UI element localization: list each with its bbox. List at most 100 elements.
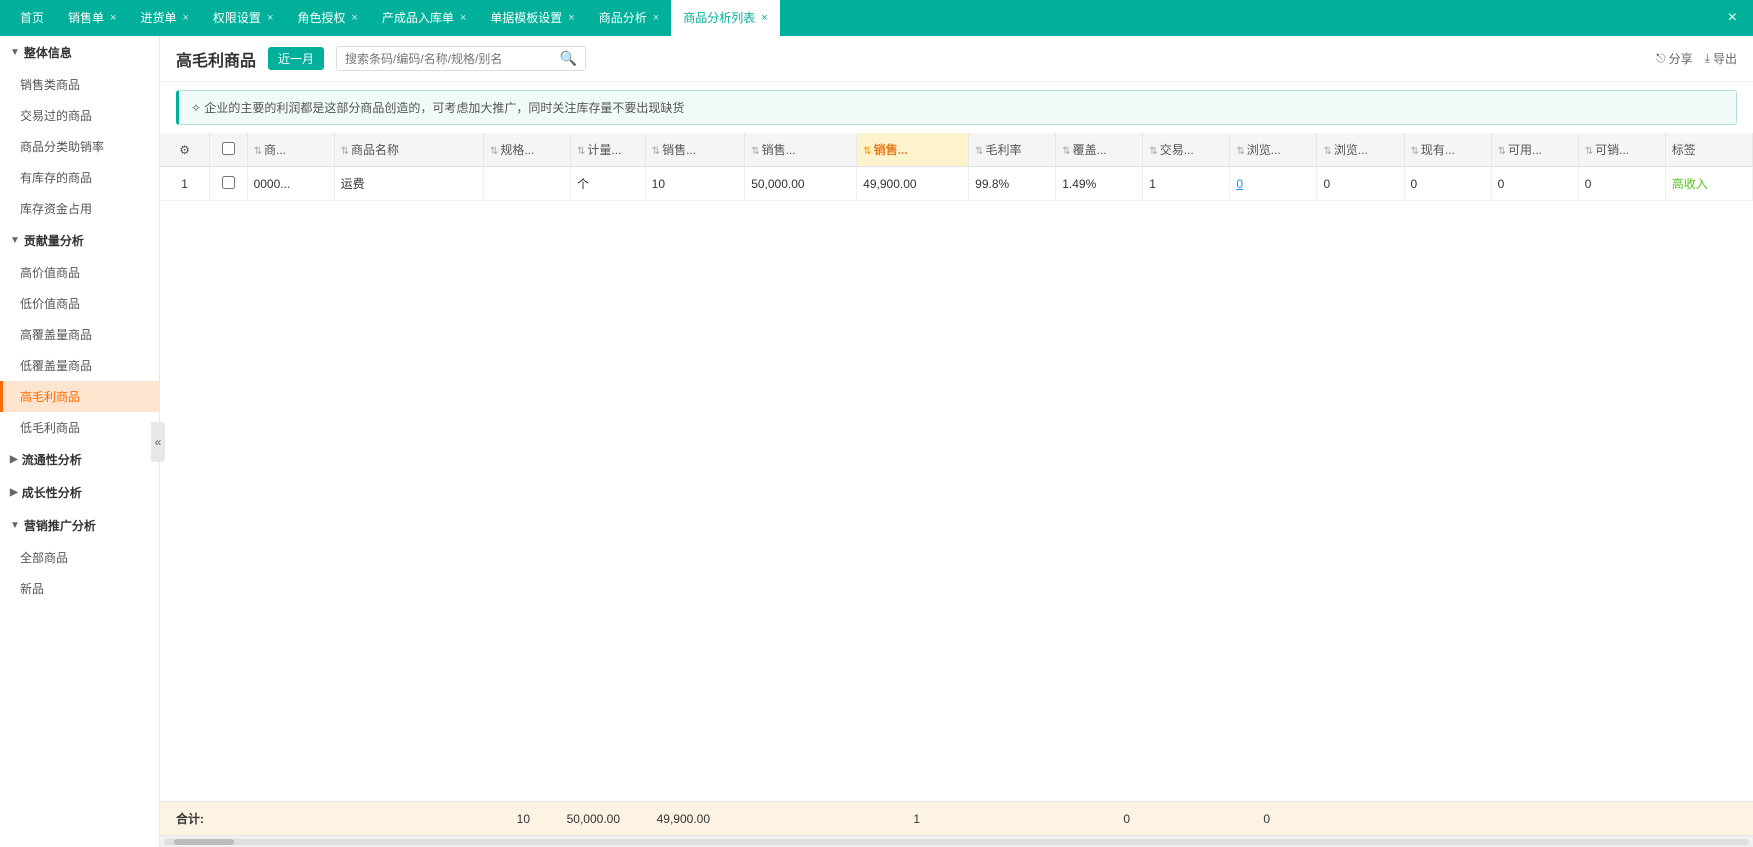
export-button[interactable]: ⤓ 导出 <box>1705 50 1737 67</box>
nav-permission[interactable]: 权限设置 × <box>201 0 285 36</box>
col-stock-current[interactable]: ⇅现有... <box>1404 133 1491 167</box>
filter-month-button[interactable]: 近一月 <box>268 47 324 70</box>
close-all-button[interactable]: × <box>1720 9 1745 27</box>
nav-product-warehouse[interactable]: 产成品入库单 × <box>370 0 478 36</box>
col-gross-rate[interactable]: ⇅毛利率 <box>969 133 1056 167</box>
footer-sales-amount: 50,000.00 <box>536 812 626 826</box>
main-table: ⚙ ⇅商... ⇅商品名称 ⇅规格... ⇅计量... ⇅销售... ⇅销售..… <box>160 133 1753 201</box>
scrollbar-area[interactable] <box>160 835 1753 847</box>
footer-transactions: 1 <box>856 812 926 826</box>
row-sales-amount: 50,000.00 <box>745 167 857 201</box>
content-header: 高毛利商品 近一月 🔍 ⎋ 分享 ⤓ 导出 <box>160 36 1753 82</box>
col-spec[interactable]: ⇅规格... <box>483 133 570 167</box>
nav-close-role[interactable]: × <box>351 0 357 36</box>
sidebar-group-growth[interactable]: ▶ 成长性分析 <box>0 476 159 509</box>
sidebar-item-category-rate[interactable]: 商品分类助销率 <box>0 131 159 162</box>
row-name[interactable]: 运费 <box>334 167 483 201</box>
col-views2[interactable]: ⇅浏览... <box>1317 133 1404 167</box>
footer-bar: 合计: 10 50,000.00 49,900.00 1 0 0 <box>160 801 1753 835</box>
select-all-checkbox[interactable] <box>222 142 235 155</box>
row-unit: 个 <box>571 167 646 201</box>
row-index: 1 <box>160 167 210 201</box>
nav-close-product-warehouse[interactable]: × <box>460 0 466 36</box>
nav-close-purchase[interactable]: × <box>182 0 188 36</box>
nav-close-permission[interactable]: × <box>267 0 273 36</box>
sidebar-collapse-button[interactable]: « <box>151 422 165 462</box>
footer-stock-saleable: 0 <box>1206 812 1276 826</box>
share-button[interactable]: ⎋ 分享 <box>1656 50 1693 67</box>
sidebar-item-low-coverage[interactable]: 低覆盖量商品 <box>0 350 159 381</box>
nav-purchase[interactable]: 进货单 × <box>128 0 200 36</box>
footer-spacer1 <box>256 812 456 826</box>
col-sales-amount[interactable]: ⇅销售... <box>745 133 857 167</box>
scrollbar-track[interactable] <box>164 839 1749 845</box>
col-coverage[interactable]: ⇅覆盖... <box>1056 133 1143 167</box>
arrow-growth: ▶ <box>10 487 18 498</box>
col-stock-saleable[interactable]: ⇅可销... <box>1578 133 1665 167</box>
row-spec <box>483 167 570 201</box>
views1-link[interactable]: 0 <box>1236 177 1243 191</box>
sidebar-group-marketing[interactable]: ▼ 营销推广分析 <box>0 509 159 542</box>
sidebar-item-high-margin[interactable]: 高毛利商品 <box>0 381 159 412</box>
sidebar-item-high-coverage[interactable]: 高覆盖量商品 <box>0 319 159 350</box>
footer-cells: 10 50,000.00 49,900.00 1 0 0 <box>256 812 1737 826</box>
row-code[interactable]: 0000... <box>247 167 334 201</box>
nav-close-template[interactable]: × <box>568 0 574 36</box>
sidebar-item-low-margin[interactable]: 低毛利商品 <box>0 412 159 443</box>
row-select-checkbox[interactable] <box>222 176 235 189</box>
header-actions: ⎋ 分享 ⤓ 导出 <box>1656 50 1737 67</box>
arrow-liquidity: ▶ <box>10 454 18 465</box>
sidebar-item-stock-capital[interactable]: 库存资金占用 <box>0 193 159 224</box>
sidebar-item-all-goods[interactable]: 全部商品 <box>0 542 159 573</box>
arrow-contribution: ▼ <box>10 235 20 246</box>
footer-spacer4 <box>1136 812 1206 826</box>
nav-template[interactable]: 单据模板设置 × <box>478 0 586 36</box>
nav-product-analysis[interactable]: 商品分析 × <box>587 0 671 36</box>
sidebar-group-liquidity[interactable]: ▶ 流通性分析 <box>0 443 159 476</box>
table-wrapper[interactable]: ⚙ ⇅商... ⇅商品名称 ⇅规格... ⇅计量... ⇅销售... ⇅销售..… <box>160 133 1753 801</box>
col-unit[interactable]: ⇅计量... <box>571 133 646 167</box>
sidebar-group-overall[interactable]: ▼ 整体信息 <box>0 36 159 69</box>
row-gross-rate: 99.8% <box>969 167 1056 201</box>
col-tag: 标签 <box>1665 133 1752 167</box>
page-title: 高毛利商品 <box>176 47 256 71</box>
footer-label: 合计: <box>176 810 256 827</box>
row-coverage: 1.49% <box>1056 167 1143 201</box>
row-stock-current: 0 <box>1404 167 1491 201</box>
share-icon: ⎋ <box>1656 51 1666 66</box>
sidebar-item-sales-goods[interactable]: 销售类商品 <box>0 69 159 100</box>
footer-stock-current: 0 <box>1066 812 1136 826</box>
nav-role[interactable]: 角色授权 × <box>285 0 369 36</box>
nav-home[interactable]: 首页 <box>8 0 56 36</box>
row-stock-available: 0 <box>1491 167 1578 201</box>
nav-sales[interactable]: 销售单 × <box>56 0 128 36</box>
col-transactions[interactable]: ⇅交易... <box>1143 133 1230 167</box>
row-sales-qty: 10 <box>645 167 745 201</box>
search-input[interactable] <box>345 52 560 66</box>
row-checkbox[interactable] <box>210 167 247 201</box>
col-name[interactable]: ⇅商品名称 <box>334 133 483 167</box>
sidebar-item-new-goods[interactable]: 新品 <box>0 573 159 604</box>
nav-product-analysis-list[interactable]: 商品分析列表 × <box>671 0 779 36</box>
nav-close-product-analysis-list[interactable]: × <box>761 0 767 36</box>
sidebar-group-contribution[interactable]: ▼ 贡献量分析 <box>0 224 159 257</box>
col-code[interactable]: ⇅商... <box>247 133 334 167</box>
sidebar-item-low-value[interactable]: 低价值商品 <box>0 288 159 319</box>
search-icon[interactable]: 🔍 <box>560 50 577 67</box>
row-views1[interactable]: 0 <box>1230 167 1317 201</box>
nav-close-sales[interactable]: × <box>110 0 116 36</box>
info-banner: ✧ 企业的主要的利润都是这部分商品创造的，可考虑加大推广，同时关注库存量不要出现… <box>176 90 1737 125</box>
col-views1[interactable]: ⇅浏览... <box>1230 133 1317 167</box>
col-sales-qty[interactable]: ⇅销售... <box>645 133 745 167</box>
scrollbar-thumb[interactable] <box>174 839 234 845</box>
sidebar-wrapper: ▼ 整体信息 销售类商品 交易过的商品 商品分类助销率 有库存的商品 库存资金占… <box>0 36 160 847</box>
content-area: 高毛利商品 近一月 🔍 ⎋ 分享 ⤓ 导出 ✧ 企业的主要的利润都是 <box>160 36 1753 847</box>
col-stock-available[interactable]: ⇅可用... <box>1491 133 1578 167</box>
tag-label: 高收入 <box>1672 177 1708 191</box>
col-sales-cost[interactable]: ⇅销售... <box>857 133 969 167</box>
sidebar-item-traded-goods[interactable]: 交易过的商品 <box>0 100 159 131</box>
nav-close-product-analysis[interactable]: × <box>653 0 659 36</box>
sidebar-item-high-value[interactable]: 高价值商品 <box>0 257 159 288</box>
sidebar-item-instock[interactable]: 有库存的商品 <box>0 162 159 193</box>
col-settings[interactable]: ⚙ <box>160 133 210 167</box>
